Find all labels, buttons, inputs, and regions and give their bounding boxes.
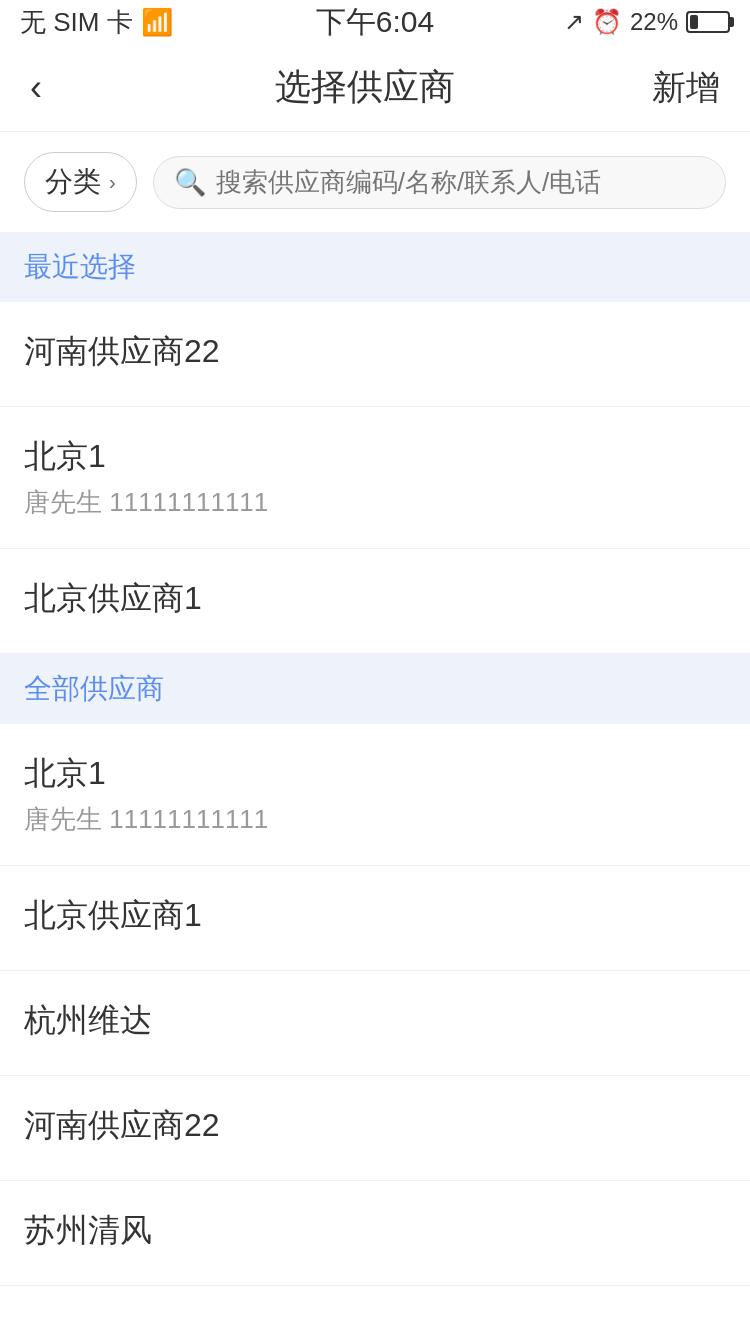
status-bar: 无 SIM 卡 📶 下午6:04 ↗ ⏰ 22%: [0, 0, 750, 44]
item-name: 北京供应商1: [24, 577, 726, 621]
recent-items-list: 河南供应商22 北京1 唐先生 11111111111 北京供应商1: [0, 302, 750, 654]
item-name: 杭州维达: [24, 999, 726, 1043]
search-input[interactable]: [216, 167, 705, 198]
wifi-icon: 📶: [141, 7, 173, 38]
all-items-list: 北京1 唐先生 11111111111 北京供应商1 杭州维达河南供应商22 苏州清风: [0, 724, 750, 1286]
battery-icon: [686, 11, 730, 33]
item-detail: 唐先生 11111111111: [24, 485, 726, 520]
no-sim-label: 无 SIM 卡: [20, 5, 133, 40]
status-left: 无 SIM 卡 📶: [20, 5, 173, 40]
category-label: 分类: [45, 163, 101, 201]
back-button[interactable]: ‹: [30, 67, 90, 109]
item-detail: 唐先生 11111111111: [24, 802, 726, 837]
nav-bar: ‹ 选择供应商 新增: [0, 44, 750, 132]
search-icon: 🔍: [174, 167, 206, 198]
item-name: 北京1: [24, 435, 726, 479]
list-item[interactable]: 北京1 唐先生 11111111111: [0, 724, 750, 866]
list-item[interactable]: 河南供应商22: [0, 302, 750, 407]
item-name: 河南供应商22: [24, 1104, 726, 1148]
location-icon: ↗: [564, 8, 584, 36]
list-item[interactable]: 河南供应商22: [0, 1076, 750, 1181]
list-item[interactable]: 北京1 唐先生 11111111111: [0, 407, 750, 549]
list-item[interactable]: 北京供应商1: [0, 549, 750, 654]
item-name: 北京1: [24, 752, 726, 796]
chevron-right-icon: ›: [109, 171, 116, 194]
category-filter[interactable]: 分类 ›: [24, 152, 137, 212]
all-section-header: 全部供应商: [0, 654, 750, 724]
recent-section-header: 最近选择: [0, 232, 750, 302]
add-button[interactable]: 新增: [640, 65, 720, 111]
item-name: 北京供应商1: [24, 894, 726, 938]
status-right: ↗ ⏰ 22%: [564, 8, 730, 36]
list-item[interactable]: 杭州维达: [0, 971, 750, 1076]
status-time: 下午6:04: [316, 2, 434, 43]
item-name: 河南供应商22: [24, 330, 726, 374]
filter-bar: 分类 › 🔍: [0, 132, 750, 232]
list-item[interactable]: 北京供应商1: [0, 866, 750, 971]
list-item[interactable]: 苏州清风: [0, 1181, 750, 1286]
page-title: 选择供应商: [275, 63, 455, 112]
search-box[interactable]: 🔍: [153, 156, 726, 209]
item-name: 苏州清风: [24, 1209, 726, 1253]
battery-percent: 22%: [630, 8, 678, 36]
alarm-icon: ⏰: [592, 8, 622, 36]
